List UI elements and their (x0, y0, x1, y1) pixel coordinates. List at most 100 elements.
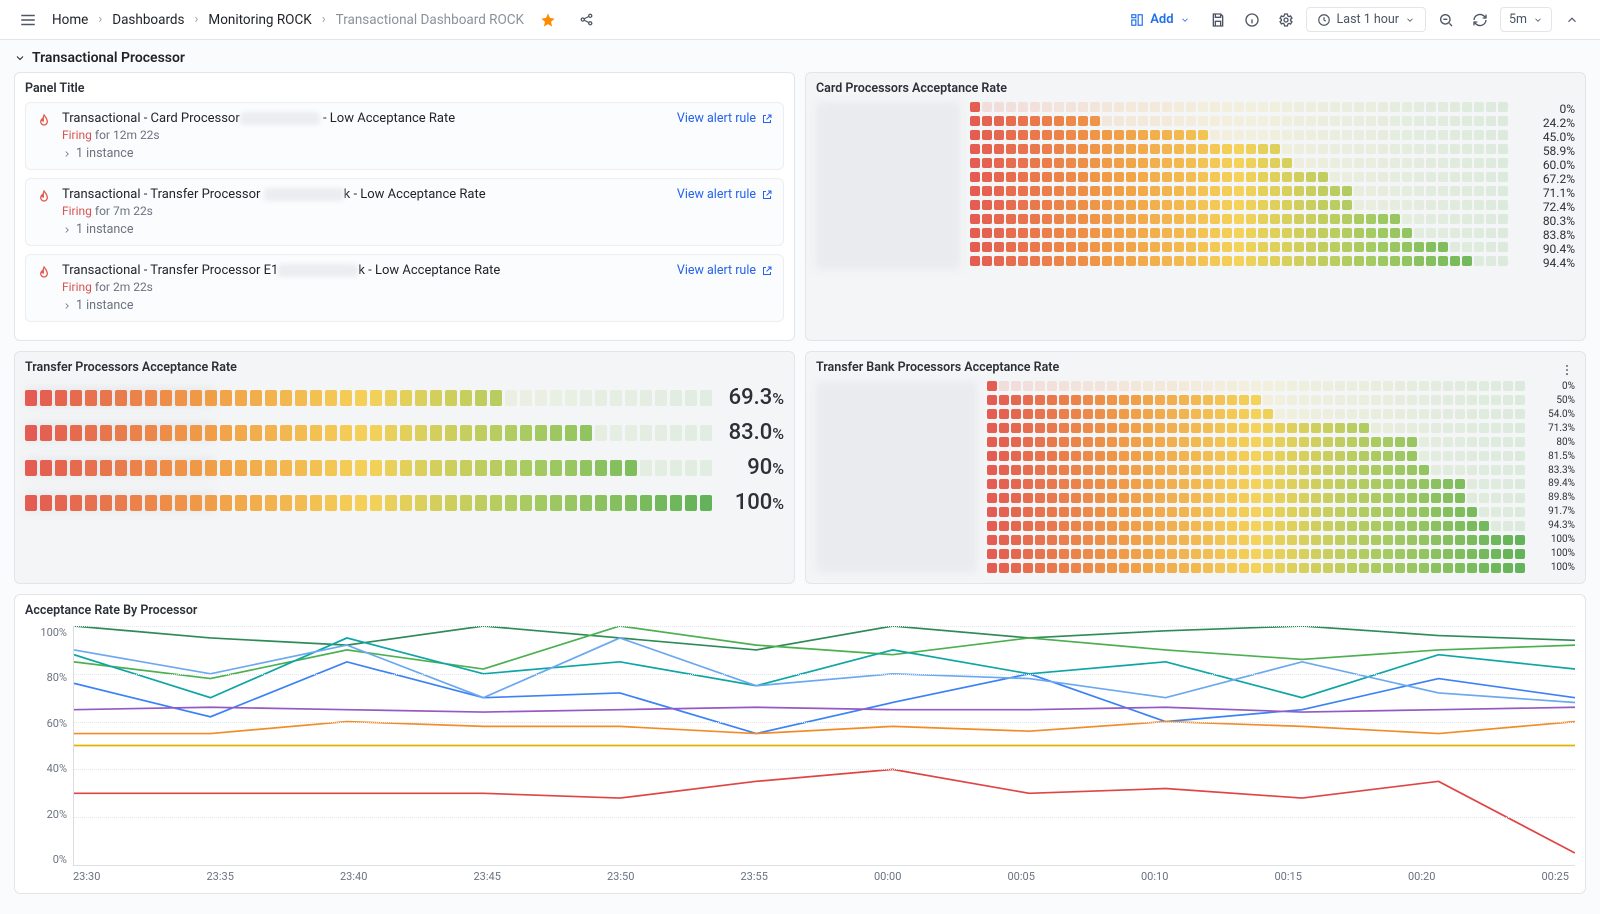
panel-alerts: Panel Title Transactional - Card Process… (14, 72, 795, 341)
x-tick: 00:15 (1275, 870, 1302, 883)
add-button[interactable]: Add (1122, 8, 1197, 31)
chevron-right-icon (62, 149, 72, 159)
transfer-bank-heatmap (987, 381, 1525, 573)
heat-value: 80% (1535, 437, 1575, 448)
heat-value: 45.0% (1518, 130, 1575, 144)
x-tick: 00:20 (1408, 870, 1435, 883)
view-alert-rule-link[interactable]: View alert rule (677, 187, 773, 202)
info-icon[interactable] (1238, 6, 1266, 34)
heat-row (970, 256, 1508, 266)
menu-icon[interactable] (14, 6, 42, 34)
heat-row (987, 409, 1525, 419)
alert-instance[interactable]: 1 instance (62, 222, 667, 237)
line-series (74, 769, 1575, 853)
x-tick: 23:55 (741, 870, 768, 883)
panel-alerts-title: Panel Title (25, 81, 784, 96)
share-icon[interactable] (572, 6, 600, 34)
toolbar-right: Add Last 1 hour 5m (1122, 6, 1586, 34)
heat-value: 71.3% (1535, 423, 1575, 434)
heat-value: 100% (1535, 534, 1575, 545)
heat-row (970, 102, 1508, 112)
heat-value: 89.4% (1535, 478, 1575, 489)
crumb-dashboards[interactable]: Dashboards (112, 12, 184, 28)
heat-value: 100% (1535, 548, 1575, 559)
refresh-interval-label: 5m (1509, 12, 1527, 27)
view-alert-rule-link[interactable]: View alert rule (677, 263, 773, 278)
panel-menu-icon[interactable] (1553, 356, 1581, 384)
line-series (74, 626, 1575, 650)
crumb-sep: › (195, 12, 199, 27)
heat-value: 94.4% (1518, 256, 1575, 270)
heat-row (970, 228, 1508, 238)
alert-instance[interactable]: 1 instance (62, 298, 667, 313)
heat-row (970, 186, 1508, 196)
crumb-current: Transactional Dashboard ROCK (336, 12, 524, 28)
alert-name: Transactional - Transfer Processor E1k -… (62, 263, 667, 278)
add-label: Add (1150, 12, 1173, 27)
heat-value: 100% (1535, 562, 1575, 573)
crumb-sep: › (322, 12, 326, 27)
tp-value: 100% (726, 490, 784, 515)
heat-value: 58.9% (1518, 144, 1575, 158)
crumb-sep: › (98, 12, 102, 27)
heat-value: 81.5% (1535, 451, 1575, 462)
card-processors-values: 0%24.2%45.0%58.9%60.0%67.2%71.1%72.4%80.… (1518, 102, 1575, 270)
y-tick: 60% (47, 717, 67, 730)
heat-row (970, 130, 1508, 140)
x-tick: 23:45 (474, 870, 501, 883)
heat-value: 50% (1535, 395, 1575, 406)
heat-row (970, 172, 1508, 182)
heat-row (987, 549, 1525, 559)
panel-line-chart: Acceptance Rate By Processor 100%80%60%4… (14, 594, 1586, 894)
panel-transfer-processors: Transfer Processors Acceptance Rate 69.3… (14, 351, 795, 584)
section-title[interactable]: Transactional Processor (14, 50, 1586, 66)
zoom-out-icon[interactable] (1432, 6, 1460, 34)
view-alert-rule-link[interactable]: View alert rule (677, 111, 773, 126)
heat-row (987, 479, 1525, 489)
panel-card-processors-title: Card Processors Acceptance Rate (816, 81, 1575, 96)
card-processors-heatmap (970, 102, 1508, 266)
fire-icon (36, 113, 52, 129)
time-range-label: Last 1 hour (1337, 12, 1399, 27)
line-series (74, 707, 1575, 712)
panel-transfer-bank: Transfer Bank Processors Acceptance Rate… (805, 351, 1586, 584)
heat-value: 83.3% (1535, 465, 1575, 476)
heat-row (987, 535, 1525, 545)
y-tick: 20% (47, 808, 67, 821)
x-tick: 23:40 (340, 870, 367, 883)
external-link-icon (761, 189, 773, 201)
alert-row[interactable]: Transactional - Card Processor - Low Acc… (25, 102, 784, 170)
refresh-icon[interactable] (1466, 6, 1494, 34)
refresh-interval-button[interactable]: 5m (1500, 7, 1552, 32)
x-tick: 23:30 (73, 870, 100, 883)
alert-instance[interactable]: 1 instance (62, 146, 667, 161)
heat-row (970, 242, 1508, 252)
heat-row (987, 381, 1525, 391)
gear-icon[interactable] (1272, 6, 1300, 34)
heat-row (970, 116, 1508, 126)
alert-row[interactable]: Transactional - Transfer Processor E1k -… (25, 254, 784, 322)
heat-row (987, 465, 1525, 475)
tp-value: 90% (726, 455, 784, 480)
chevron-down-icon (14, 52, 26, 64)
crumb-home[interactable]: Home (52, 12, 88, 28)
fire-icon (36, 189, 52, 205)
tp-value: 69.3% (726, 385, 784, 410)
alert-meta: Firing for 2m 22s (62, 280, 667, 294)
redacted-text (278, 264, 358, 277)
time-range-button[interactable]: Last 1 hour (1306, 7, 1426, 32)
alert-row[interactable]: Transactional - Transfer Processor k - L… (25, 178, 784, 246)
save-icon[interactable] (1204, 6, 1232, 34)
star-icon[interactable] (534, 6, 562, 34)
collapse-icon[interactable] (1558, 6, 1586, 34)
heat-value: 89.8% (1535, 492, 1575, 503)
chevron-right-icon (62, 225, 72, 235)
line-chart[interactable]: 100%80%60%40%20%0% (25, 626, 1575, 866)
x-tick: 00:10 (1141, 870, 1168, 883)
redacted-labels (816, 102, 960, 270)
panel-transfer-processors-title: Transfer Processors Acceptance Rate (25, 360, 784, 375)
chevron-right-icon (62, 301, 72, 311)
tp-row: 83.0% (25, 420, 784, 445)
crumb-monitoring[interactable]: Monitoring ROCK (208, 12, 311, 28)
heat-row (987, 395, 1525, 405)
